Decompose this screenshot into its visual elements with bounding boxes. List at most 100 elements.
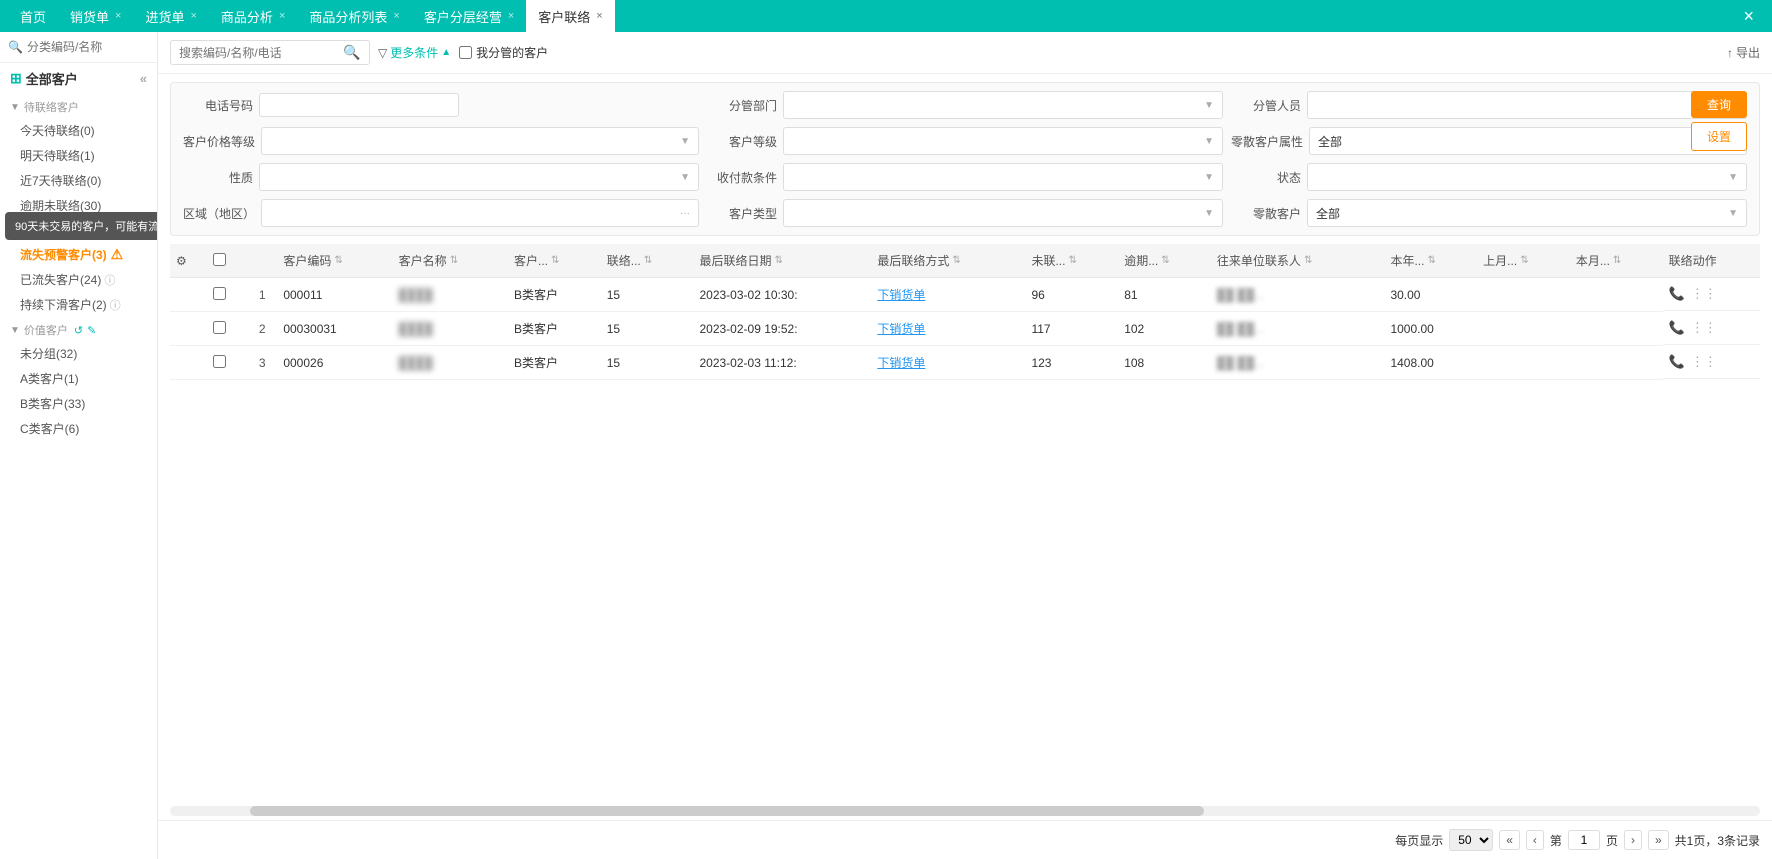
- sidebar-item-ungrouped[interactable]: 未分组(32): [0, 341, 157, 366]
- more-filter-btn[interactable]: ▽ 更多条件 ▲: [378, 44, 451, 61]
- refresh-icon[interactable]: ↺: [74, 324, 83, 337]
- status-select[interactable]: ▼: [1307, 163, 1747, 191]
- close-all-tabs[interactable]: ×: [1733, 6, 1764, 27]
- sidebar-item-week[interactable]: 近7天待联络(0): [0, 168, 157, 193]
- sidebar-item-class-b[interactable]: B类客户(33): [0, 391, 157, 416]
- col-last-month[interactable]: 上月... ⇅: [1477, 244, 1570, 278]
- prev-page-btn[interactable]: ‹: [1526, 830, 1544, 850]
- last-page-btn[interactable]: »: [1648, 830, 1669, 850]
- close-purchase-tab[interactable]: ×: [190, 10, 196, 22]
- nav-purchase[interactable]: 进货单 ×: [133, 0, 208, 32]
- col-checkbox[interactable]: [207, 244, 247, 278]
- settings-button[interactable]: 设置: [1691, 122, 1747, 151]
- zero-attr-select[interactable]: 全部 ▼: [1309, 127, 1747, 155]
- nav-sales[interactable]: 销货单 ×: [58, 0, 133, 32]
- manager-select[interactable]: ···: [1307, 91, 1747, 119]
- col-contacts[interactable]: 往来单位联系人 ⇅: [1211, 244, 1385, 278]
- sidebar-item-today[interactable]: 今天待联络(0): [0, 118, 157, 143]
- my-customers-checkbox-label[interactable]: 我分管的客户: [459, 44, 548, 61]
- col-this-year[interactable]: 本年... ⇅: [1384, 244, 1477, 278]
- area-select[interactable]: ···: [261, 199, 699, 227]
- zero-customer-select[interactable]: 全部 ▼: [1307, 199, 1747, 227]
- col-this-month[interactable]: 本月... ⇅: [1570, 244, 1663, 278]
- row-last-method[interactable]: 下销货单: [871, 346, 1025, 380]
- close-customer-tier-tab[interactable]: ×: [508, 10, 514, 22]
- filter-row-1: 电话号码 分管部门 ▼ 分管人员 ···: [183, 91, 1747, 119]
- row-action[interactable]: 📞 ⋮⋮: [1663, 278, 1760, 311]
- more-action-icon[interactable]: ⋮⋮: [1691, 354, 1717, 370]
- row-checkbox-cell[interactable]: [207, 312, 247, 346]
- sidebar-group-pending[interactable]: ▼ 待联络客户: [0, 94, 157, 118]
- close-customer-contact-tab[interactable]: ×: [596, 10, 602, 22]
- dept-select[interactable]: ▼: [783, 91, 1223, 119]
- row-last-month: [1477, 312, 1570, 346]
- more-action-icon[interactable]: ⋮⋮: [1691, 286, 1717, 302]
- per-page-select[interactable]: 50: [1449, 829, 1493, 851]
- sidebar-search-input[interactable]: [27, 40, 158, 54]
- row-checkbox[interactable]: [213, 355, 226, 368]
- sidebar-item-churned[interactable]: 已流失客户(24) ⓘ: [0, 267, 157, 292]
- export-btn[interactable]: ↑ 导出: [1727, 44, 1760, 61]
- payment-select[interactable]: ▼: [783, 163, 1223, 191]
- sidebar-all-customers[interactable]: ⊞ 全部客户 «: [0, 63, 157, 94]
- last-month-sort-icon: ⇅: [1520, 255, 1528, 266]
- row-contacts: ██ ██...: [1211, 312, 1385, 346]
- my-customers-checkbox[interactable]: [459, 46, 472, 59]
- close-product-analysis-tab[interactable]: ×: [279, 10, 285, 22]
- col-code[interactable]: 客户编码 ⇅: [277, 244, 392, 278]
- row-last-method[interactable]: 下销货单: [871, 312, 1025, 346]
- col-overdue[interactable]: 逾期... ⇅: [1118, 244, 1211, 278]
- nav-product-analysis[interactable]: 商品分析 ×: [209, 0, 297, 32]
- gender-select[interactable]: ▼: [259, 163, 699, 191]
- more-action-icon[interactable]: ⋮⋮: [1691, 320, 1717, 336]
- nav-customer-contact[interactable]: 客户联络 ×: [526, 0, 614, 32]
- select-all-checkbox[interactable]: [213, 253, 226, 266]
- scrollbar-thumb[interactable]: [250, 806, 1204, 816]
- sidebar-item-tomorrow[interactable]: 明天待联络(1): [0, 143, 157, 168]
- col-contact[interactable]: 联络... ⇅: [601, 244, 694, 278]
- search-input[interactable]: [179, 46, 339, 60]
- close-sales-tab[interactable]: ×: [115, 10, 121, 22]
- row-action[interactable]: 📞 ⋮⋮: [1663, 312, 1760, 345]
- nav-customer-tier[interactable]: 客户分层经营 ×: [412, 0, 526, 32]
- sidebar-group-value[interactable]: ▼ 价值客户 ↺ ✎: [0, 317, 157, 341]
- row-checkbox-cell[interactable]: [207, 346, 247, 380]
- call-icon[interactable]: 📞: [1669, 354, 1685, 370]
- horizontal-scrollbar[interactable]: [170, 806, 1760, 816]
- close-product-list-tab[interactable]: ×: [393, 10, 399, 22]
- col-last-method[interactable]: 最后联络方式 ⇅: [871, 244, 1025, 278]
- row-name: ████: [393, 346, 508, 380]
- first-page-btn[interactable]: «: [1499, 830, 1520, 850]
- export-label: 导出: [1736, 44, 1760, 61]
- customer-type-select[interactable]: ▼: [783, 199, 1223, 227]
- col-settings[interactable]: ⚙: [170, 244, 207, 278]
- edit-icon[interactable]: ✎: [87, 324, 96, 337]
- col-no-contact[interactable]: 未联... ⇅: [1025, 244, 1118, 278]
- row-type: B类客户: [508, 278, 601, 312]
- row-last-month: [1477, 346, 1570, 380]
- sidebar-item-churn-warning[interactable]: 流失预警客户(3) ⚠: [0, 242, 157, 267]
- call-icon[interactable]: 📞: [1669, 320, 1685, 336]
- row-last-method[interactable]: 下销货单: [871, 278, 1025, 312]
- row-checkbox[interactable]: [213, 321, 226, 334]
- row-checkbox-cell[interactable]: [207, 278, 247, 312]
- col-last-date[interactable]: 最后联络日期 ⇅: [693, 244, 871, 278]
- call-icon[interactable]: 📞: [1669, 286, 1685, 302]
- price-level-select[interactable]: ▼: [261, 127, 699, 155]
- sidebar-item-class-c[interactable]: C类客户(6): [0, 416, 157, 441]
- nav-home[interactable]: 首页: [8, 0, 58, 32]
- search-submit-icon[interactable]: 🔍: [343, 44, 360, 61]
- query-button[interactable]: 查询: [1691, 91, 1747, 118]
- row-action[interactable]: 📞 ⋮⋮: [1663, 346, 1760, 379]
- page-input[interactable]: [1568, 830, 1600, 850]
- sidebar-collapse-btn[interactable]: «: [140, 71, 147, 86]
- col-name[interactable]: 客户名称 ⇅: [393, 244, 508, 278]
- nav-product-analysis-list[interactable]: 商品分析列表 ×: [297, 0, 411, 32]
- next-page-btn[interactable]: ›: [1624, 830, 1642, 850]
- sidebar-item-class-a[interactable]: A类客户(1): [0, 366, 157, 391]
- row-checkbox[interactable]: [213, 287, 226, 300]
- phone-input[interactable]: [259, 93, 459, 117]
- customer-level-select[interactable]: ▼: [783, 127, 1223, 155]
- sidebar-item-declining[interactable]: 持续下滑客户(2) ⓘ: [0, 292, 157, 317]
- col-type[interactable]: 客户... ⇅: [508, 244, 601, 278]
